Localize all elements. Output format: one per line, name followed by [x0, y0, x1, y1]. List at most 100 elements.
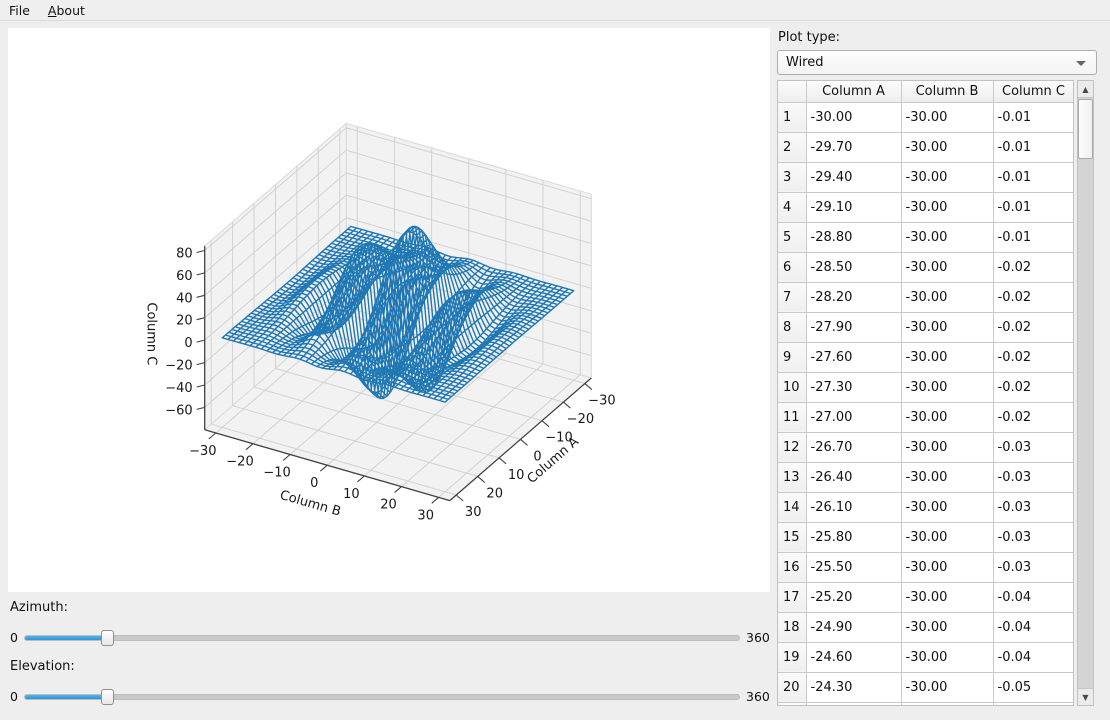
table-cell[interactable]: -30.00	[901, 612, 993, 642]
row-number[interactable]: 4	[778, 192, 806, 222]
table-cell[interactable]: -0.02	[993, 312, 1074, 342]
table-cell[interactable]: -24.60	[806, 642, 901, 672]
table-cell[interactable]: -26.40	[806, 462, 901, 492]
table-cell[interactable]: -30.00	[901, 642, 993, 672]
row-number[interactable]: 9	[778, 342, 806, 372]
row-number[interactable]: 20	[778, 672, 806, 702]
row-number[interactable]: 8	[778, 312, 806, 342]
table-cell[interactable]: -30.00	[901, 432, 993, 462]
table-cell[interactable]: -26.10	[806, 492, 901, 522]
table-cell[interactable]: -0.03	[993, 432, 1074, 462]
row-number[interactable]: 12	[778, 432, 806, 462]
scrollbar-up-arrow-icon[interactable]: ▲	[1078, 81, 1093, 98]
table-cell[interactable]: -30.00	[901, 372, 993, 402]
table-cell[interactable]: -27.30	[806, 372, 901, 402]
table-cell[interactable]: -0.03	[993, 522, 1074, 552]
row-number[interactable]: 7	[778, 282, 806, 312]
row-number[interactable]: 17	[778, 582, 806, 612]
table-row: 3-29.40-30.00-0.01	[778, 162, 1074, 192]
table-cell[interactable]: -27.90	[806, 312, 901, 342]
table-cell[interactable]: -0.01	[993, 222, 1074, 252]
table-cell[interactable]: -0.02	[993, 402, 1074, 432]
table-cell[interactable]: -0.03	[993, 552, 1074, 582]
table-cell[interactable]: -27.60	[806, 342, 901, 372]
table-cell[interactable]: -25.50	[806, 552, 901, 582]
table-cell[interactable]: -29.40	[806, 162, 901, 192]
column-header-c[interactable]: Column C	[993, 81, 1074, 102]
table-cell[interactable]: -0.01	[993, 102, 1074, 132]
elevation-label: Elevation:	[10, 659, 75, 674]
azimuth-slider[interactable]	[24, 635, 740, 641]
table-cell[interactable]: -0.02	[993, 372, 1074, 402]
table-cell[interactable]: -30.00	[901, 312, 993, 342]
table-cell[interactable]: -30.00	[901, 102, 993, 132]
table-cell[interactable]: -30.00	[806, 102, 901, 132]
table-cell[interactable]: -28.80	[806, 222, 901, 252]
row-number[interactable]: 16	[778, 552, 806, 582]
table-cell[interactable]: -0.02	[993, 282, 1074, 312]
table-cell[interactable]: -30.00	[901, 462, 993, 492]
table-cell[interactable]: -0.04	[993, 612, 1074, 642]
azimuth-slider-handle[interactable]	[101, 630, 114, 646]
table-cell[interactable]: -0.05	[993, 672, 1074, 702]
table-cell[interactable]: -30.00	[901, 132, 993, 162]
menu-item-file[interactable]: File	[0, 1, 39, 20]
row-number[interactable]: 5	[778, 222, 806, 252]
table-cell[interactable]: -0.02	[993, 342, 1074, 372]
row-number[interactable]: 19	[778, 642, 806, 672]
row-number[interactable]: 11	[778, 402, 806, 432]
table-cell[interactable]: -28.20	[806, 282, 901, 312]
table-cell[interactable]: -26.70	[806, 432, 901, 462]
table-cell[interactable]: -30.00	[901, 342, 993, 372]
table-cell[interactable]: -0.04	[993, 642, 1074, 672]
row-number[interactable]: 2	[778, 132, 806, 162]
scrollbar-thumb[interactable]	[1078, 99, 1093, 159]
row-number[interactable]: 15	[778, 522, 806, 552]
plot-canvas[interactable]: −30−20−100102030−30−20−100102030−60−40−2…	[8, 28, 770, 592]
row-number[interactable]: 14	[778, 492, 806, 522]
row-number[interactable]: 13	[778, 462, 806, 492]
table-cell[interactable]: -28.50	[806, 252, 901, 282]
plot-type-combobox[interactable]: Wired	[777, 50, 1097, 75]
menu-item-about[interactable]: About	[39, 1, 94, 20]
elevation-slider[interactable]	[24, 694, 740, 700]
row-number[interactable]: 10	[778, 372, 806, 402]
table-cell[interactable]: -30.00	[901, 252, 993, 282]
data-table: Column A Column B Column C 1-30.00-30.00…	[778, 81, 1074, 706]
table-cell[interactable]: -30.00	[901, 672, 993, 702]
table-cell[interactable]: -30.00	[901, 192, 993, 222]
table-cell[interactable]: -0.04	[993, 582, 1074, 612]
table-cell[interactable]: -0.01	[993, 162, 1074, 192]
elevation-slider-handle[interactable]	[101, 689, 114, 705]
row-number[interactable]: 3	[778, 162, 806, 192]
table-cell[interactable]: -30.00	[901, 582, 993, 612]
table-cell[interactable]: -0.01	[993, 192, 1074, 222]
table-cell[interactable]: -24.90	[806, 612, 901, 642]
table-cell[interactable]: -0.02	[993, 252, 1074, 282]
table-cell[interactable]: -30.00	[901, 402, 993, 432]
table-cell[interactable]: -29.10	[806, 192, 901, 222]
table-cell[interactable]: -25.20	[806, 582, 901, 612]
table-cell[interactable]: -24.30	[806, 672, 901, 702]
column-header-b[interactable]: Column B	[901, 81, 993, 102]
table-cell[interactable]: -30.00	[901, 492, 993, 522]
table-cell[interactable]: -0.03	[993, 462, 1074, 492]
table-cell[interactable]: -30.00	[901, 162, 993, 192]
table-cell	[901, 702, 993, 706]
table-scrollbar[interactable]: ▲ ▼	[1077, 80, 1094, 706]
column-header-a[interactable]: Column A	[806, 81, 901, 102]
row-number[interactable]: 18	[778, 612, 806, 642]
table-cell[interactable]: -30.00	[901, 552, 993, 582]
row-number[interactable]: 6	[778, 252, 806, 282]
table-cell[interactable]: -30.00	[901, 522, 993, 552]
table-cell[interactable]: -27.00	[806, 402, 901, 432]
table-cell[interactable]: -30.00	[901, 222, 993, 252]
table-cell[interactable]: -25.80	[806, 522, 901, 552]
table-cell[interactable]: -29.70	[806, 132, 901, 162]
table-cell[interactable]: -30.00	[901, 282, 993, 312]
table-cell[interactable]: -0.01	[993, 132, 1074, 162]
table-cell[interactable]: -0.03	[993, 492, 1074, 522]
row-number[interactable]: 1	[778, 102, 806, 132]
scrollbar-down-arrow-icon[interactable]: ▼	[1078, 688, 1093, 705]
svg-text:0: 0	[184, 336, 192, 351]
